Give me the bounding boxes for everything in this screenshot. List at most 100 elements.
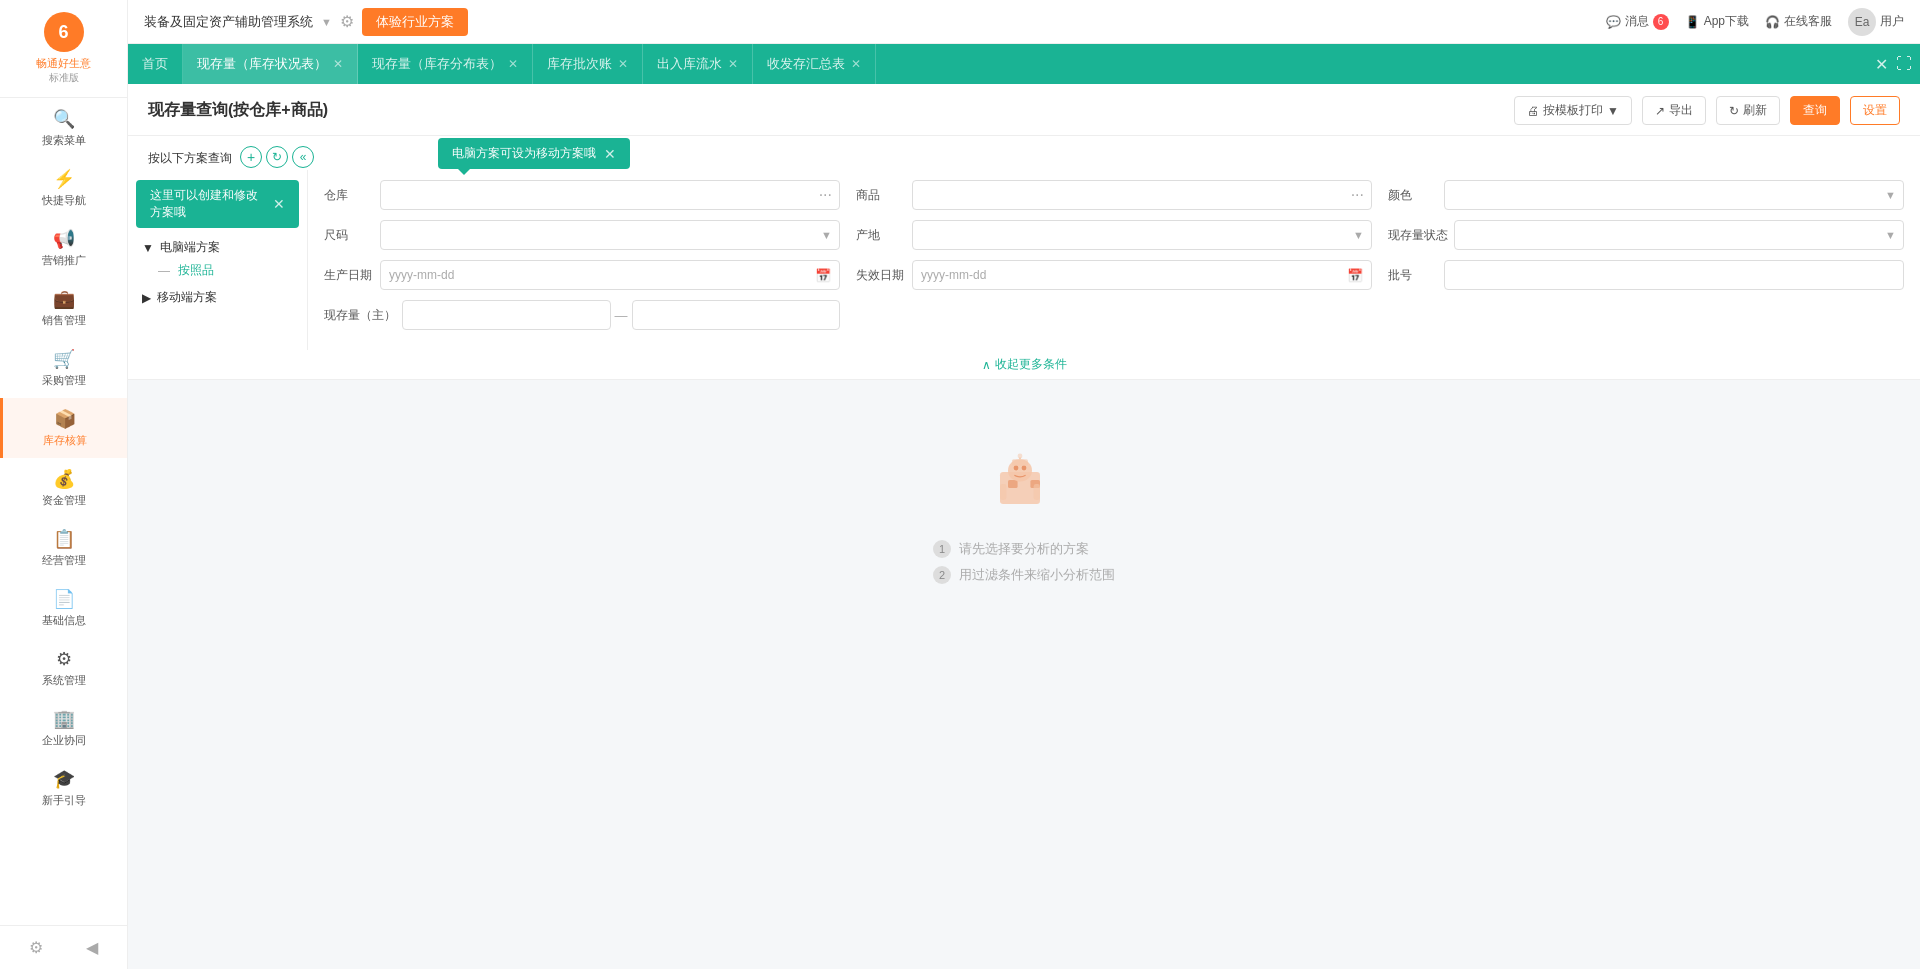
goods-dots[interactable]: ··· xyxy=(1351,186,1364,204)
stock-status-select-wrap: ▼ xyxy=(1454,220,1904,250)
stock-main-input-end[interactable] xyxy=(632,300,841,330)
scheme-item-icon: — xyxy=(158,264,170,278)
app-download-label: App下载 xyxy=(1704,13,1749,30)
back-scheme-btn[interactable]: « xyxy=(292,146,314,168)
tab-stock-status[interactable]: 现存量（库存状况表） ✕ xyxy=(183,44,358,84)
origin-label: 产地 xyxy=(856,227,906,244)
tab-in-out-flow[interactable]: 出入库流水 ✕ xyxy=(643,44,753,84)
print-btn[interactable]: 🖨 按模板打印 ▼ xyxy=(1514,96,1632,125)
filter-row-3: 生产日期 yyyy-mm-dd 📅 失效日期 xyxy=(324,260,1904,290)
tooltip1-close[interactable]: ✕ xyxy=(604,146,616,162)
svg-rect-3 xyxy=(1000,484,1006,500)
scheme-item-label: 按照品 xyxy=(178,262,214,279)
refresh-scheme-btn[interactable]: ↻ xyxy=(266,146,288,168)
color-field: 颜色 ▼ xyxy=(1388,180,1904,210)
query-btn[interactable]: 查询 xyxy=(1790,96,1840,125)
warehouse-input[interactable] xyxy=(380,180,840,210)
refresh-icon: ↻ xyxy=(1729,104,1739,118)
empty-state: 1 请先选择要分析的方案 2 用过滤条件来缩小分析范围 xyxy=(893,400,1155,628)
inventory-icon: 📦 xyxy=(54,408,76,430)
svg-rect-8 xyxy=(1012,459,1028,465)
quick-nav-icon: ⚡ xyxy=(53,168,75,190)
header-settings-icon[interactable]: ⚙ xyxy=(340,12,354,31)
empty-step-2: 2 用过滤条件来缩小分析范围 xyxy=(933,562,1115,588)
batch-field: 批号 xyxy=(1388,260,1904,290)
step2-text: 用过滤条件来缩小分析范围 xyxy=(959,562,1115,588)
sidebar-collapse-icon[interactable]: ◀ xyxy=(86,938,98,957)
scheme-pc-group[interactable]: ▼ 电脑端方案 xyxy=(136,236,307,259)
scheme-pc-sub: — 按照品 xyxy=(136,259,307,282)
app-download-item[interactable]: 📱 App下载 xyxy=(1685,13,1749,30)
sidebar-item-marketing[interactable]: 📢 营销推广 xyxy=(0,218,127,278)
production-date-start[interactable]: yyyy-mm-dd 📅 xyxy=(380,260,840,290)
tooltip2-text: 这里可以创建和修改方案哦 xyxy=(150,187,265,221)
tab-stock-distribution[interactable]: 现存量（库存分布表） ✕ xyxy=(358,44,533,84)
sidebar-item-finance[interactable]: 💰 资金管理 xyxy=(0,458,127,518)
size-field: 尺码 ▼ xyxy=(324,220,840,250)
origin-select[interactable] xyxy=(912,220,1372,250)
stock-main-label: 现存量（主） xyxy=(324,307,396,324)
sidebar-item-search[interactable]: 🔍 搜索菜单 xyxy=(0,98,127,158)
tab-home[interactable]: 首页 xyxy=(128,44,183,84)
page-title: 现存量查询(按仓库+商品) xyxy=(148,100,328,121)
tab-batch-close[interactable]: ✕ xyxy=(618,57,628,71)
tab-batch-ledger[interactable]: 库存批次账 ✕ xyxy=(533,44,643,84)
service-icon: 🎧 xyxy=(1765,15,1780,29)
scheme-item-byproduct[interactable]: — 按照品 xyxy=(152,259,307,282)
sidebar-item-label: 搜索菜单 xyxy=(42,133,86,148)
sidebar-item-system[interactable]: ⚙ 系统管理 xyxy=(0,638,127,698)
export-btn[interactable]: ↗ 导出 xyxy=(1642,96,1706,125)
tab-maximize-icon[interactable]: ⛶ xyxy=(1896,55,1912,73)
tab-stock-status-close[interactable]: ✕ xyxy=(333,57,343,71)
settings-btn[interactable]: 设置 xyxy=(1850,96,1900,125)
filter-row-2: 尺码 ▼ 产地 ▼ xyxy=(324,220,1904,250)
refresh-btn[interactable]: ↻ 刷新 xyxy=(1716,96,1780,125)
empty-step-1: 1 请先选择要分析的方案 xyxy=(933,536,1115,562)
sidebar-item-purchase[interactable]: 🛒 采购管理 xyxy=(0,338,127,398)
header-left: 装备及固定资产辅助管理系统 ▼ ⚙ 体验行业方案 xyxy=(144,8,468,36)
size-select[interactable] xyxy=(380,220,840,250)
stock-status-select[interactable] xyxy=(1454,220,1904,250)
sidebar-item-enterprise[interactable]: 🏢 企业协同 xyxy=(0,698,127,758)
industry-btn[interactable]: 体验行业方案 xyxy=(362,8,468,36)
sidebar-item-quick-nav[interactable]: ⚡ 快捷导航 xyxy=(0,158,127,218)
step1-num: 1 xyxy=(933,540,951,558)
goods-input[interactable] xyxy=(912,180,1372,210)
color-select[interactable] xyxy=(1444,180,1904,210)
system-dropdown-arrow[interactable]: ▼ xyxy=(321,16,332,28)
enterprise-icon: 🏢 xyxy=(53,708,75,730)
tab-bar-actions: ✕ ⛶ xyxy=(1867,44,1920,84)
stock-main-input-start[interactable] xyxy=(402,300,611,330)
tab-summary[interactable]: 收发存汇总表 ✕ xyxy=(753,44,876,84)
tab-in-out-close[interactable]: ✕ xyxy=(728,57,738,71)
scheme-mobile-group[interactable]: ▶ 移动端方案 xyxy=(136,286,307,309)
warehouse-dots[interactable]: ··· xyxy=(819,186,832,204)
tab-close-all-icon[interactable]: ✕ xyxy=(1875,55,1888,74)
user-item[interactable]: Ea 用户 xyxy=(1848,8,1904,36)
notice-item[interactable]: 💬 消息 6 xyxy=(1606,13,1669,30)
online-service-item[interactable]: 🎧 在线客服 xyxy=(1765,13,1832,30)
marketing-icon: 📢 xyxy=(53,228,75,250)
app-icon: 📱 xyxy=(1685,15,1700,29)
collapse-btn[interactable]: ∧ 收起更多条件 xyxy=(128,350,1920,380)
production-date-label: 生产日期 xyxy=(324,267,374,284)
avatar: Ea xyxy=(1848,8,1876,36)
batch-input[interactable] xyxy=(1444,260,1904,290)
sidebar-settings-icon[interactable]: ⚙ xyxy=(29,938,43,957)
sidebar-item-sales[interactable]: 💼 销售管理 xyxy=(0,278,127,338)
sidebar-item-basic-info[interactable]: 📄 基础信息 xyxy=(0,578,127,638)
expiry-date-start[interactable]: yyyy-mm-dd 📅 xyxy=(912,260,1372,290)
tab-stock-distribution-close[interactable]: ✕ xyxy=(508,57,518,71)
purchase-icon: 🛒 xyxy=(53,348,75,370)
add-scheme-btn[interactable]: + xyxy=(240,146,262,168)
goods-input-wrap: ··· xyxy=(912,180,1372,210)
tooltip2-close[interactable]: ✕ xyxy=(273,196,285,212)
sidebar-item-guide[interactable]: 🎓 新手引导 xyxy=(0,758,127,818)
color-label: 颜色 xyxy=(1388,187,1438,204)
stock-main-dash: — xyxy=(615,308,628,323)
sidebar-item-operations[interactable]: 📋 经营管理 xyxy=(0,518,127,578)
scheme-mobile-label: 移动端方案 xyxy=(157,289,217,306)
sidebar-footer: ⚙ ◀ xyxy=(0,925,127,969)
sidebar-item-inventory[interactable]: 📦 库存核算 xyxy=(0,398,127,458)
tab-summary-close[interactable]: ✕ xyxy=(851,57,861,71)
